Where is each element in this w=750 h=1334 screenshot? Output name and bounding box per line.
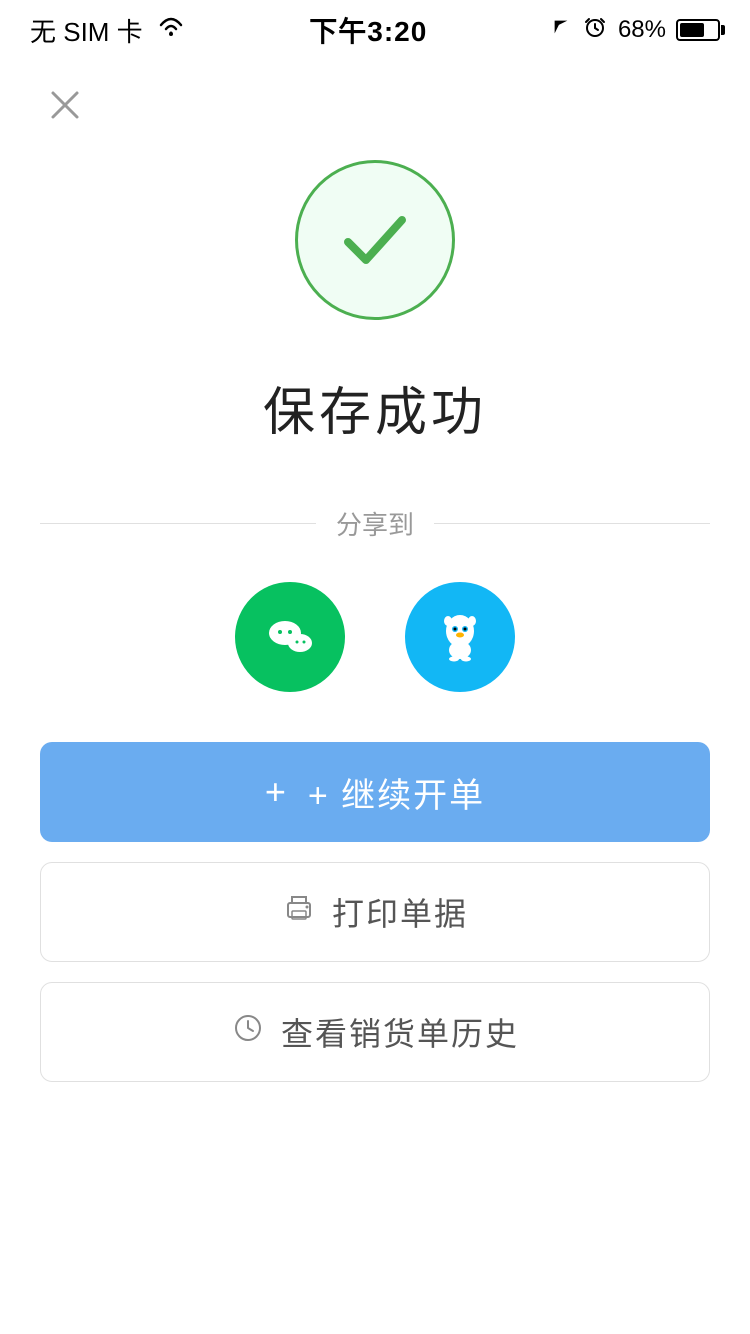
plus-icon: + [265,771,288,813]
history-button[interactable]: 查看销货单历史 [40,982,710,1082]
status-left: 无 SIM 卡 [30,12,187,49]
wechat-icon [258,605,323,670]
print-icon [282,891,316,933]
share-icons [40,582,710,692]
no-sim-label: 无 SIM 卡 [30,12,143,49]
continue-order-label: + 继续开单 [308,768,485,817]
qq-icon [430,607,490,667]
history-label: 查看销货单历史 [281,1009,519,1055]
share-section: 分享到 [40,505,710,692]
close-icon [47,87,83,123]
close-button[interactable] [40,80,90,130]
battery-icon [676,19,720,41]
qq-share-button[interactable] [405,582,515,692]
history-icon [231,1011,265,1053]
alarm-icon [582,14,608,47]
success-title: 保存成功 [263,370,487,445]
wifi-icon [155,15,187,46]
status-bar: 无 SIM 卡 下午3:20 68% [0,0,750,60]
share-divider: 分享到 [40,505,710,542]
action-buttons: + + 继续开单 打印单据 查看销货单历 [40,742,710,1082]
location-icon [550,16,572,45]
wechat-share-button[interactable] [235,582,345,692]
main-content: 保存成功 分享到 [0,60,750,1082]
print-button[interactable]: 打印单据 [40,862,710,962]
status-right: 68% [550,14,720,47]
continue-order-button[interactable]: + + 继续开单 [40,742,710,842]
success-circle [295,160,455,320]
status-time: 下午3:20 [309,10,427,50]
battery-percent: 68% [618,16,666,44]
checkmark-icon [330,195,420,285]
print-label: 打印单据 [332,889,468,935]
share-label: 分享到 [336,505,414,542]
close-button-container [40,60,710,160]
